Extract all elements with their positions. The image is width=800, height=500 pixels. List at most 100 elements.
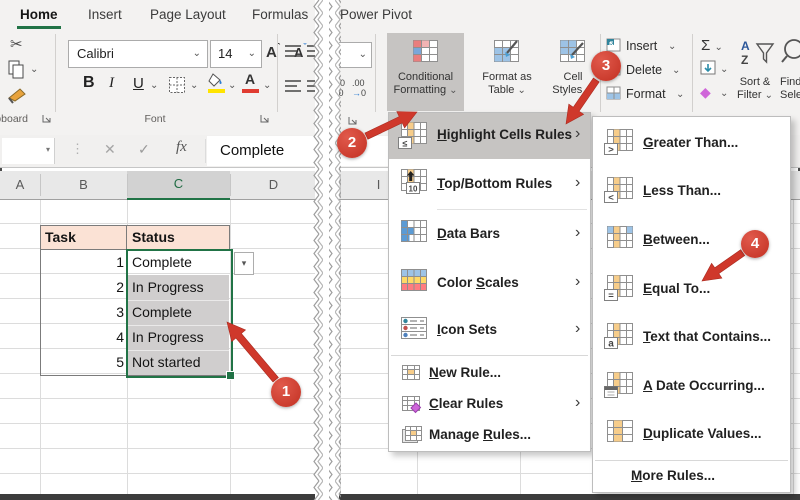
format-as-table-label: Format as Table ⌄ — [468, 71, 546, 97]
active-tab-underline — [17, 26, 61, 29]
menu-item-data-bars[interactable]: Data Bars › — [389, 210, 590, 258]
submenu-item-label: A Date Occurring... — [643, 378, 765, 393]
font-size-combo[interactable]: 14 ⌄ — [210, 40, 262, 68]
submenu-item-greater-than[interactable]: > Greater Than... — [593, 119, 790, 167]
format-cells-button[interactable]: Format ⌄ — [606, 86, 692, 104]
format-cells-label: Format — [626, 87, 666, 101]
align-top-icon[interactable] — [284, 44, 302, 58]
enter-button[interactable]: ✓ — [138, 141, 150, 158]
borders-icon[interactable] — [168, 76, 186, 94]
svg-text:Z: Z — [741, 53, 748, 67]
italic-button[interactable]: I — [109, 75, 114, 92]
font-dialog-launcher-icon[interactable] — [260, 114, 270, 124]
clipboard-dialog-launcher-icon[interactable] — [42, 114, 52, 124]
cell-B-2[interactable]: 2 — [40, 275, 124, 300]
chevron-right-icon: › — [575, 321, 580, 337]
fill-color-dropdown[interactable]: ⌄ — [228, 80, 236, 91]
chevron-down-icon: ⌄ — [676, 89, 684, 100]
number-dialog-launcher-icon[interactable] — [348, 116, 358, 126]
sort-filter-button[interactable]: A Z Sort & Filter ⌄ — [735, 36, 779, 108]
chevron-down-icon[interactable]: ⌄ — [193, 48, 201, 59]
tab-page-layout[interactable]: Page Layout — [150, 7, 226, 22]
fill-dropdown[interactable]: ⌄ — [720, 64, 728, 75]
svg-text:=: = — [608, 291, 614, 302]
format-painter-button[interactable] — [6, 86, 28, 111]
menu-item-manage-rules[interactable]: Manage Rules... — [389, 420, 590, 451]
name-box[interactable]: ▾ — [2, 138, 55, 164]
clear-dropdown[interactable]: ⌄ — [720, 88, 728, 99]
conditional-formatting-button[interactable]: Conditional Formatting ⌄ — [387, 33, 464, 111]
svg-text:A: A — [741, 39, 750, 53]
column-header-C-selected[interactable]: C — [127, 171, 230, 200]
font-name-combo[interactable]: Calibri ⌄ — [68, 40, 208, 68]
tab-formulas[interactable]: Formulas — [252, 7, 308, 22]
cell-dropdown-button[interactable]: ▾ — [234, 252, 254, 275]
selection-fill-handle[interactable] — [226, 371, 235, 380]
tab-insert[interactable]: Insert — [88, 7, 122, 22]
menu-item-highlight-cells-rules[interactable]: ≤ Highlight Cells Rules › — [389, 113, 590, 159]
copy-button[interactable] — [8, 60, 25, 85]
menu-item-new-rule[interactable]: New Rule... — [389, 358, 590, 389]
format-as-table-icon — [493, 39, 521, 64]
name-box-arrow-icon[interactable]: ▾ — [46, 145, 50, 154]
cell-styles-button[interactable]: Cell Styles ⌄ — [548, 33, 598, 111]
submenu-item-equal-to[interactable]: = Equal To... — [593, 265, 790, 313]
menu-item-label: Icon Sets — [437, 322, 497, 337]
format-as-table-button[interactable]: Format as Table ⌄ — [468, 33, 546, 111]
header-divider — [127, 174, 128, 196]
cell-B-1[interactable]: 1 — [40, 250, 124, 275]
underline-dropdown[interactable]: ⌄ — [150, 80, 158, 91]
format-cells-icon — [606, 86, 622, 101]
find-select-button[interactable]: Find & Select — [780, 36, 800, 108]
borders-dropdown[interactable]: ⌄ — [190, 80, 198, 91]
cell-B-5[interactable]: 5 — [40, 350, 124, 375]
tab-power-pivot[interactable]: Power Pivot — [340, 7, 412, 22]
menu-separator — [391, 355, 588, 356]
conditional-formatting-menu: ≤ Highlight Cells Rules › 10 Top/Bottom … — [388, 112, 591, 452]
cancel-button[interactable]: ✕ — [104, 141, 116, 158]
font-color-button[interactable]: A — [245, 71, 255, 87]
menu-item-clear-rules[interactable]: Clear Rules › — [389, 389, 590, 420]
bold-button[interactable]: B — [83, 74, 95, 92]
chevron-down-icon[interactable]: ⌄ — [359, 49, 367, 60]
tab-home[interactable]: Home — [20, 7, 58, 22]
group-separator — [692, 34, 693, 112]
font-name-value: Calibri — [77, 46, 114, 61]
underline-button[interactable]: U — [133, 75, 144, 92]
align-left-icon[interactable] — [284, 79, 302, 93]
duplicate-values-icon — [603, 419, 635, 449]
menu-item-top-bottom-rules[interactable]: 10 Top/Bottom Rules › — [389, 159, 590, 208]
data-bars-icon — [397, 219, 429, 249]
clear-button[interactable]: ◆ — [700, 84, 711, 101]
menu-item-color-scales[interactable]: Color Scales › — [389, 258, 590, 308]
font-color-dropdown[interactable]: ⌄ — [263, 80, 271, 91]
chevron-down-icon[interactable]: ⌄ — [248, 48, 256, 59]
header-divider — [40, 174, 41, 196]
find-select-icon — [780, 36, 800, 70]
insert-function-button[interactable]: fx — [176, 139, 187, 156]
font-group-label: Font — [135, 113, 175, 125]
cell-B-3[interactable]: 3 — [40, 300, 124, 325]
cut-button[interactable]: ✂ — [10, 35, 23, 53]
submenu-item-more-rules[interactable]: More Rules... — [593, 461, 790, 491]
fill-button[interactable] — [700, 60, 716, 81]
table-header-status[interactable]: Status — [126, 225, 230, 250]
submenu-item-a-date-occurring[interactable]: A Date Occurring... — [593, 362, 790, 410]
formula-input-left[interactable]: Complete — [207, 136, 315, 166]
decrease-decimal-button[interactable]: .00→0 — [352, 78, 366, 98]
table-header-task-label: Task — [41, 226, 126, 249]
insert-cells-button[interactable]: Insert ⌄ — [606, 38, 692, 56]
column-header-B[interactable]: B — [40, 171, 127, 198]
sort-filter-icon: A Z — [735, 36, 775, 72]
copy-dropdown[interactable]: ⌄ — [30, 64, 38, 75]
column-header-D[interactable]: D — [230, 171, 317, 198]
column-header-A[interactable]: A — [0, 171, 40, 198]
submenu-item-text-that-contains[interactable]: a Text that Contains... — [593, 313, 790, 362]
table-header-task[interactable]: Task — [40, 225, 127, 250]
submenu-item-less-than[interactable]: < Less Than... — [593, 167, 790, 216]
submenu-item-duplicate-values[interactable]: Duplicate Values... — [593, 410, 790, 458]
autosum-button[interactable]: Σ ⌄ — [701, 37, 723, 54]
cell-B-4[interactable]: 4 — [40, 325, 124, 350]
menu-item-icon-sets[interactable]: Icon Sets › — [389, 308, 590, 353]
fill-color-button[interactable] — [208, 72, 226, 101]
